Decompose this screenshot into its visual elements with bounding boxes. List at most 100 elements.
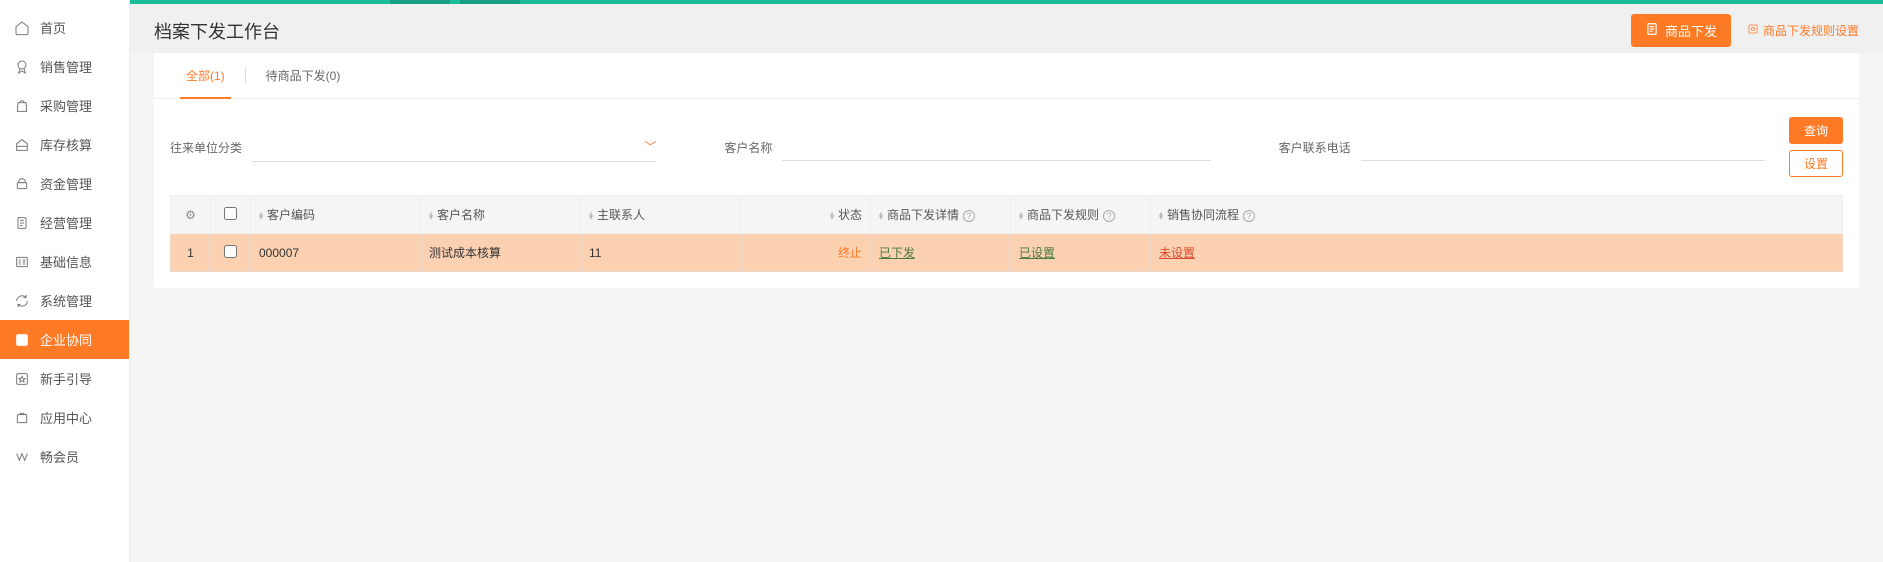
filter-customer-phone: 客户联系电话 — [1279, 134, 1765, 161]
select-all-checkbox[interactable] — [224, 207, 237, 220]
page-title: 档案下发工作台 — [154, 18, 280, 44]
cycle-icon — [14, 293, 30, 309]
sidebar: 首页 销售管理 采购管理 库存核算 资金管理 经营管理 基础信息 系统管理 — [0, 0, 130, 562]
sidebar-item-business[interactable]: 经营管理 — [0, 203, 129, 242]
sidebar-item-label: 经营管理 — [40, 213, 92, 232]
sort-icon — [830, 212, 834, 220]
filter-category: 往来单位分类 ﹀ — [170, 132, 656, 162]
sort-icon — [1019, 212, 1023, 220]
filter-label: 往来单位分类 — [170, 139, 242, 156]
help-icon[interactable]: ? — [1103, 210, 1115, 222]
customer-name-input[interactable] — [782, 134, 1210, 161]
filter-label: 客户名称 — [724, 139, 772, 156]
sidebar-item-system[interactable]: 系统管理 — [0, 281, 129, 320]
help-icon[interactable]: ? — [963, 210, 975, 222]
table-row[interactable]: 1 000007 测试成本核算 11 终止 已下发 已设置 未设置 — [171, 234, 1843, 272]
list-icon — [14, 254, 30, 270]
col-label: 商品下发详情 — [887, 208, 959, 222]
filter-customer-name: 客户名称 — [724, 134, 1210, 161]
house-icon — [14, 137, 30, 153]
tab-pending[interactable]: 待商品下发(0) — [250, 53, 357, 98]
cell-dispatch-detail: 已下发 — [871, 234, 1011, 272]
cell-name: 测试成本核算 — [421, 234, 581, 272]
vip-icon — [14, 449, 30, 465]
main: 档案下发工作台 商品下发 商品下发规则设置 全部(1) 待商品下发(0) — [130, 0, 1883, 562]
col-label: 主联系人 — [597, 208, 645, 222]
sort-icon — [879, 212, 883, 220]
sidebar-item-guide[interactable]: 新手引导 — [0, 359, 129, 398]
customer-phone-input[interactable] — [1361, 134, 1765, 161]
query-button[interactable]: 查询 — [1789, 117, 1843, 144]
sidebar-item-vip[interactable]: 畅会员 — [0, 437, 129, 476]
col-gear: ⚙ — [171, 196, 211, 234]
col-label: 客户编码 — [267, 208, 315, 222]
sidebar-item-label: 畅会员 — [40, 447, 79, 466]
sidebar-item-inventory[interactable]: 库存核算 — [0, 125, 129, 164]
col-label: 客户名称 — [437, 208, 485, 222]
header-actions: 商品下发 商品下发规则设置 — [1631, 14, 1859, 47]
reset-button[interactable]: 设置 — [1789, 150, 1843, 177]
sort-icon — [1159, 212, 1163, 220]
gear-icon — [1747, 23, 1759, 38]
tab-label: 全部(1) — [186, 69, 225, 83]
sort-icon — [429, 212, 433, 220]
sidebar-item-apps[interactable]: 应用中心 — [0, 398, 129, 437]
dispatch-button[interactable]: 商品下发 — [1631, 14, 1731, 47]
tab-label: 待商品下发(0) — [266, 69, 341, 83]
tab-divider — [245, 67, 246, 84]
top-accent-bar — [130, 0, 1883, 4]
cell-idx: 1 — [171, 234, 211, 272]
row-checkbox[interactable] — [224, 245, 237, 258]
dispatch-button-label: 商品下发 — [1665, 21, 1717, 40]
data-table: ⚙ 客户编码 客户名称 主联系人 状态 商品下发详情? 商品下发规则? 销售协同… — [170, 195, 1843, 272]
sidebar-item-label: 系统管理 — [40, 291, 92, 310]
sidebar-item-label: 资金管理 — [40, 174, 92, 193]
help-icon[interactable]: ? — [1243, 210, 1255, 222]
sidebar-item-label: 采购管理 — [40, 96, 92, 115]
category-select[interactable]: ﹀ — [252, 132, 656, 162]
bag-icon — [14, 98, 30, 114]
col-check — [211, 196, 251, 234]
gear-icon[interactable]: ⚙ — [185, 208, 196, 222]
filter-bar: 往来单位分类 ﹀ 客户名称 客户联系电话 查询 — [154, 99, 1859, 195]
appstore-icon — [14, 410, 30, 426]
cell-check — [211, 234, 251, 272]
col-code[interactable]: 客户编码 — [251, 196, 421, 234]
cell-code: 000007 — [251, 234, 421, 272]
sidebar-item-funds[interactable]: 资金管理 — [0, 164, 129, 203]
sidebar-item-label: 基础信息 — [40, 252, 92, 271]
col-status[interactable]: 状态 — [741, 196, 871, 234]
swap-icon — [14, 332, 30, 348]
sales-flow-link[interactable]: 未设置 — [1159, 246, 1195, 260]
star-icon — [14, 371, 30, 387]
sidebar-item-label: 企业协同 — [40, 330, 92, 349]
sidebar-item-basic[interactable]: 基础信息 — [0, 242, 129, 281]
col-name[interactable]: 客户名称 — [421, 196, 581, 234]
dispatch-detail-link[interactable]: 已下发 — [879, 246, 915, 260]
status-text: 终止 — [838, 246, 862, 260]
home-icon — [14, 20, 30, 36]
sidebar-item-sales[interactable]: 销售管理 — [0, 47, 129, 86]
col-sales-flow[interactable]: 销售协同流程? — [1151, 196, 1843, 234]
cell-status: 终止 — [741, 234, 871, 272]
rule-settings-link[interactable]: 商品下发规则设置 — [1747, 22, 1859, 39]
sidebar-item-purchase[interactable]: 采购管理 — [0, 86, 129, 125]
money-icon — [14, 176, 30, 192]
sort-icon — [259, 212, 263, 220]
tab-all[interactable]: 全部(1) — [170, 53, 241, 98]
sidebar-item-home[interactable]: 首页 — [0, 8, 129, 47]
clipboard-icon — [14, 215, 30, 231]
dispatch-rule-link[interactable]: 已设置 — [1019, 246, 1055, 260]
filter-label: 客户联系电话 — [1279, 139, 1351, 156]
badge-icon — [14, 59, 30, 75]
col-dispatch-rule[interactable]: 商品下发规则? — [1011, 196, 1151, 234]
col-dispatch-detail[interactable]: 商品下发详情? — [871, 196, 1011, 234]
sidebar-item-label: 销售管理 — [40, 57, 92, 76]
sidebar-item-label: 首页 — [40, 18, 66, 37]
col-contact[interactable]: 主联系人 — [581, 196, 741, 234]
sidebar-item-enterprise[interactable]: 企业协同 — [0, 320, 129, 359]
table-wrap: ⚙ 客户编码 客户名称 主联系人 状态 商品下发详情? 商品下发规则? 销售协同… — [154, 195, 1859, 288]
cell-contact: 11 — [581, 234, 741, 272]
cell-sales-flow: 未设置 — [1151, 234, 1843, 272]
content-card: 全部(1) 待商品下发(0) 往来单位分类 ﹀ 客户名称 — [154, 53, 1859, 288]
